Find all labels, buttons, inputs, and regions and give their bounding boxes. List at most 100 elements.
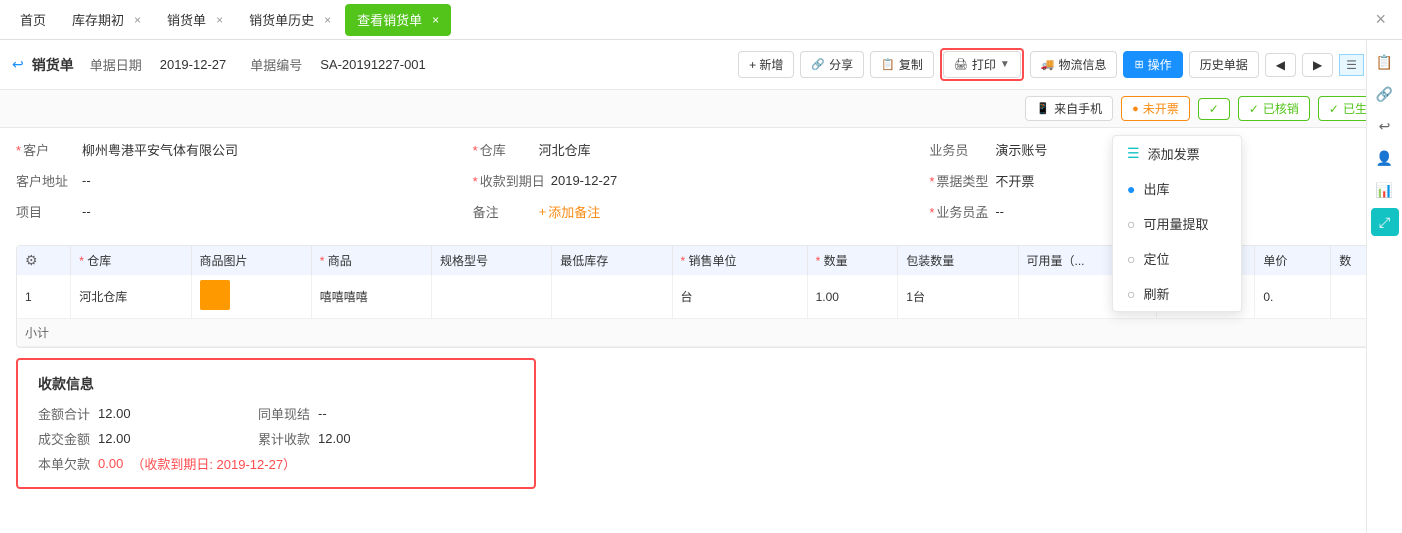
sidebar-icon-return[interactable]: ↩ bbox=[1371, 112, 1399, 140]
sidebar-icon-doc[interactable]: 📋 bbox=[1371, 48, 1399, 76]
history-button[interactable]: 历史单据 bbox=[1189, 51, 1259, 78]
customer-value: 柳州粤港平安气体有限公司 bbox=[82, 140, 238, 159]
ticket-value: 不开票 bbox=[995, 171, 1034, 190]
total-amount-label: 金额合计 bbox=[38, 404, 90, 423]
dropdown-available-pickup[interactable]: ○ 可用量提取 bbox=[1113, 206, 1241, 241]
subtotal-row: 小计 bbox=[17, 319, 1385, 347]
right-sidebar: 📋 🔗 ↩ 👤 📊 ⤢ bbox=[1366, 40, 1402, 533]
due-date-label: 收款到期日 bbox=[473, 171, 545, 190]
customer-field: 客户 柳州粤港平安气体有限公司 bbox=[16, 140, 473, 159]
dropdown-locate[interactable]: ○ 定位 bbox=[1113, 241, 1241, 276]
tab-sales-order[interactable]: 销货单 × bbox=[155, 4, 235, 36]
doc-number-label: 单据编号 bbox=[250, 55, 310, 74]
tab-close-sales[interactable]: × bbox=[216, 13, 223, 27]
th-unit: * 销售单位 bbox=[672, 246, 807, 275]
th-quantity: * 数量 bbox=[807, 246, 898, 275]
doc-date-label: 单据日期 bbox=[90, 55, 150, 74]
new-button[interactable]: + 新增 bbox=[738, 51, 794, 78]
doc-type-icon: ↩ bbox=[12, 56, 24, 73]
td-no: 1 bbox=[17, 275, 71, 319]
tab-close-check-sales[interactable]: × bbox=[432, 13, 439, 27]
td-warehouse: 河北仓库 bbox=[71, 275, 191, 319]
tab-check-sales[interactable]: 查看销货单 × bbox=[345, 4, 451, 36]
note-label: 备注 bbox=[473, 202, 533, 221]
prev-button[interactable]: ◀ bbox=[1265, 53, 1296, 77]
td-product-img bbox=[191, 275, 311, 319]
address-label: 客户地址 bbox=[16, 171, 76, 190]
tab-close-history[interactable]: × bbox=[324, 13, 331, 27]
due-date-value: 2019-12-27 bbox=[551, 173, 618, 188]
operations-button[interactable]: ⊞ 操作 bbox=[1123, 51, 1182, 78]
check-button[interactable]: ✓ bbox=[1198, 98, 1230, 120]
dropdown-outbound[interactable]: ● 出库 bbox=[1113, 171, 1241, 206]
dropdown-add-invoice[interactable]: ☰ 添加发票 bbox=[1113, 136, 1241, 171]
product-image bbox=[200, 280, 230, 310]
confirmed-button[interactable]: ✓ 已核销 bbox=[1238, 96, 1310, 121]
main-area: ↩ 销货单 单据日期 2019-12-27 单据编号 SA-20191227-0… bbox=[0, 40, 1402, 533]
next-button[interactable]: ▶ bbox=[1302, 53, 1333, 77]
th-product-img: 商品图片 bbox=[191, 246, 311, 275]
tab-sales-history[interactable]: 销货单历史 × bbox=[237, 4, 343, 36]
note-field: 备注 + 添加备注 bbox=[473, 202, 930, 221]
print-button[interactable]: 🖨 打印 ▼ bbox=[943, 51, 1021, 78]
transaction-amount-row: 成交金额 12.00 bbox=[38, 429, 238, 448]
td-pack-qty: 1台 bbox=[898, 275, 1018, 319]
sidebar-icon-chart[interactable]: 📊 bbox=[1371, 176, 1399, 204]
project-label: 项目 bbox=[16, 202, 76, 221]
operations-dropdown: ☰ 添加发票 ● 出库 ○ 可用量提取 ○ 定位 ○ 刷新 bbox=[1112, 135, 1242, 312]
tab-home[interactable]: 首页 bbox=[8, 4, 58, 36]
transaction-amount-label: 成交金额 bbox=[38, 429, 90, 448]
staff-value: 演示账号 bbox=[995, 140, 1047, 159]
share-button[interactable]: 🔗 分享 bbox=[800, 51, 864, 78]
address-value: -- bbox=[82, 173, 91, 188]
doc-type-label: 销货单 bbox=[32, 55, 74, 75]
th-product: * 商品 bbox=[311, 246, 431, 275]
window-close-button[interactable]: × bbox=[1367, 9, 1394, 30]
ticket-label: 票据类型 bbox=[929, 171, 989, 190]
th-pack-qty: 包装数量 bbox=[898, 246, 1018, 275]
tab-bar: 首页 库存期初 × 销货单 × 销货单历史 × 查看销货单 × × bbox=[0, 0, 1402, 40]
add-note-button[interactable]: + 添加备注 bbox=[539, 202, 601, 221]
doc-date-value: 2019-12-27 bbox=[160, 57, 227, 72]
balance-label: 本单欠款 bbox=[38, 454, 90, 473]
customer-label: 客户 bbox=[16, 140, 76, 159]
dropdown-refresh[interactable]: ○ 刷新 bbox=[1113, 276, 1241, 311]
project-field: 项目 -- bbox=[16, 202, 473, 221]
available-pickup-icon: ○ bbox=[1127, 216, 1135, 232]
summary-panel: 收款信息 金额合计 12.00 同单现结 -- 成交金额 12.00 累计收款 … bbox=[16, 358, 536, 489]
unopened-button[interactable]: ● 未开票 bbox=[1121, 96, 1190, 121]
logistics-button[interactable]: 🚚 物流信息 bbox=[1030, 51, 1118, 78]
sidebar-icon-user[interactable]: 👤 bbox=[1371, 144, 1399, 172]
add-invoice-icon: ☰ bbox=[1127, 145, 1140, 162]
total-amount-row: 金额合计 12.00 bbox=[38, 404, 238, 423]
locate-icon: ○ bbox=[1127, 251, 1135, 267]
copy-button[interactable]: 📋 复制 bbox=[870, 51, 934, 78]
transaction-amount-value: 12.00 bbox=[98, 431, 131, 446]
sidebar-icon-link[interactable]: 🔗 bbox=[1371, 80, 1399, 108]
sidebar-icon-expand[interactable]: ⤢ bbox=[1371, 208, 1399, 236]
doc-number-value: SA-20191227-001 bbox=[320, 57, 426, 72]
cumulative-receipt-value: 12.00 bbox=[318, 431, 351, 446]
toolbar-right: + 新增 🔗 分享 📋 复制 🖨 打印 ▼ 🚚 物流信息 bbox=[738, 48, 1390, 81]
td-price: 0. bbox=[1255, 275, 1331, 319]
same-order-row: 同单现结 -- bbox=[258, 404, 458, 423]
doc-date-field: 单据日期 2019-12-27 bbox=[90, 55, 227, 74]
sales-staff-value: -- bbox=[995, 204, 1004, 219]
settings-icon[interactable]: ⚙ bbox=[25, 252, 38, 268]
td-min-stock bbox=[552, 275, 672, 319]
th-settings: ⚙ bbox=[17, 246, 71, 275]
list-view-button[interactable]: ☰ bbox=[1339, 54, 1364, 76]
staff-label: 业务员 bbox=[929, 140, 989, 159]
same-order-label: 同单现结 bbox=[258, 404, 310, 423]
warehouse-value: 河北仓库 bbox=[539, 140, 591, 159]
td-unit: 台 bbox=[672, 275, 807, 319]
tab-close-inventory[interactable]: × bbox=[134, 13, 141, 27]
warehouse-label: 仓库 bbox=[473, 140, 533, 159]
warehouse-field: 仓库 河北仓库 bbox=[473, 140, 930, 159]
due-date-field: 收款到期日 2019-12-27 bbox=[473, 171, 930, 190]
tab-inventory-init[interactable]: 库存期初 × bbox=[60, 4, 153, 36]
document-toolbar: ↩ 销货单 单据日期 2019-12-27 单据编号 SA-20191227-0… bbox=[0, 40, 1402, 90]
th-price: 单价 bbox=[1255, 246, 1331, 275]
from-phone-button[interactable]: 📱 来自手机 bbox=[1025, 96, 1113, 121]
outbound-icon: ● bbox=[1127, 181, 1135, 197]
